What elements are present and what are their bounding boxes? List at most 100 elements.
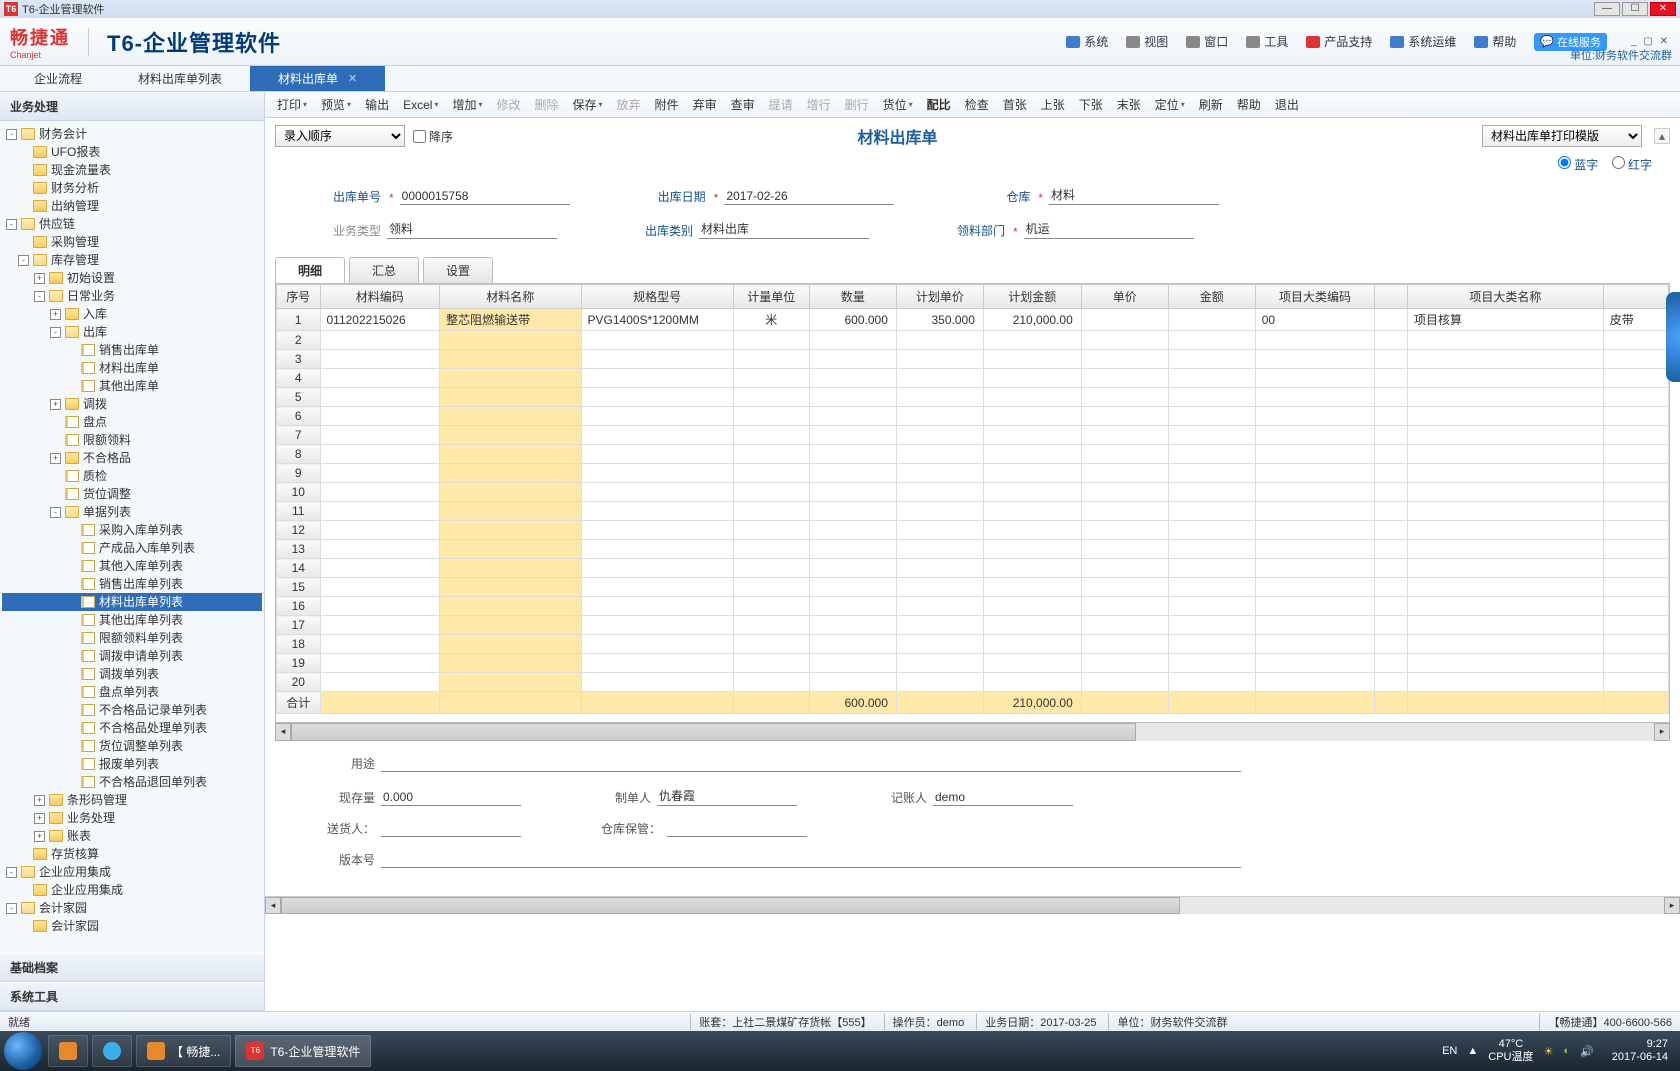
collapse-icon[interactable]: - — [6, 219, 17, 230]
field-warehouse[interactable]: 材料 — [1049, 185, 1219, 205]
tree-node[interactable]: 限额领料单列表 — [2, 629, 262, 647]
toolbar-刷新[interactable]: 刷新 — [1193, 94, 1229, 115]
tree-node[interactable]: -企业应用集成 — [2, 863, 262, 881]
tree-node[interactable]: -供应链 — [2, 215, 262, 233]
tree-node[interactable]: 质检 — [2, 467, 262, 485]
grid-scroll-thumb[interactable] — [291, 723, 1136, 741]
tree-node[interactable]: 会计家园 — [2, 917, 262, 935]
tree-node[interactable]: -出库 — [2, 323, 262, 341]
toolbar-末张[interactable]: 末张 — [1111, 94, 1147, 115]
expand-icon[interactable]: + — [50, 309, 61, 320]
grid-header[interactable]: 序号 — [277, 285, 321, 309]
expand-icon[interactable]: + — [50, 453, 61, 464]
collapse-icon[interactable]: - — [6, 129, 17, 140]
grid-row[interactable]: 10 — [277, 483, 1669, 502]
grid-header[interactable]: 材料编码 — [320, 285, 440, 309]
grid-header[interactable] — [1375, 285, 1408, 309]
tree-node[interactable]: 不合格品退回单列表 — [2, 773, 262, 791]
collapse-icon[interactable]: - — [50, 327, 61, 338]
field-out-no[interactable]: 0000015758 — [400, 188, 570, 205]
tab-material-out-doc[interactable]: 材料出库单✕ — [250, 66, 385, 91]
tray-unknown-icon[interactable]: ◐ — [1563, 1045, 1570, 1057]
tree-node[interactable]: +业务处理 — [2, 809, 262, 827]
radio-red[interactable]: 红字 — [1612, 158, 1652, 172]
start-button[interactable] — [4, 1032, 42, 1070]
menu-tool[interactable]: 工具 — [1246, 33, 1288, 50]
menu-system[interactable]: 系统 — [1066, 33, 1108, 50]
field-usage[interactable] — [381, 769, 1241, 772]
tree-node[interactable]: 采购管理 — [2, 233, 262, 251]
tab-material-out-list[interactable]: 材料出库单列表 — [110, 66, 250, 91]
taskbar-app-t6[interactable]: T6T6-企业管理软件 — [235, 1035, 371, 1067]
tree-node[interactable]: -财务会计 — [2, 125, 262, 143]
tree-node[interactable]: 现金流量表 — [2, 161, 262, 179]
grid-row[interactable]: 4 — [277, 369, 1669, 388]
grid-scroll-right[interactable]: ▸ — [1654, 723, 1670, 741]
grid-tab-settings[interactable]: 设置 — [423, 257, 493, 283]
grid-row[interactable]: 7 — [277, 426, 1669, 445]
tree-node[interactable]: 限额领料 — [2, 431, 262, 449]
tree-node[interactable]: 采购入库单列表 — [2, 521, 262, 539]
tree-node[interactable]: -单据列表 — [2, 503, 262, 521]
header-min-restore-close[interactable]: _ ▢ ✕ — [1631, 36, 1670, 47]
tree-node[interactable]: -库存管理 — [2, 251, 262, 269]
tree-node[interactable]: 其他出库单列表 — [2, 611, 262, 629]
grid-row[interactable]: 15 — [277, 578, 1669, 597]
menu-window[interactable]: 窗口 — [1186, 33, 1228, 50]
tree-node[interactable]: -日常业务 — [2, 287, 262, 305]
field-version[interactable] — [381, 865, 1241, 868]
grid-row[interactable]: 9 — [277, 464, 1669, 483]
radio-blue[interactable]: 蓝字 — [1558, 158, 1598, 172]
content-scroll-right[interactable]: ▸ — [1664, 897, 1680, 914]
tree-node[interactable]: 货位调整单列表 — [2, 737, 262, 755]
expand-icon[interactable]: + — [50, 399, 61, 410]
grid-row[interactable]: 13 — [277, 540, 1669, 559]
tree-node[interactable]: 调拨单列表 — [2, 665, 262, 683]
detail-grid[interactable]: 序号材料编码材料名称规格型号计量单位数量计划单价计划金额单价金额项目大类编码项目… — [275, 283, 1670, 723]
collapse-icon[interactable]: - — [18, 255, 29, 266]
tree-node[interactable]: 销售出库单 — [2, 341, 262, 359]
tree-node[interactable]: UFO报表 — [2, 143, 262, 161]
tree-node[interactable]: +调拨 — [2, 395, 262, 413]
tree-node[interactable]: 出纳管理 — [2, 197, 262, 215]
grid-header[interactable]: 项目大类编码 — [1255, 285, 1375, 309]
grid-row[interactable]: 11 — [277, 502, 1669, 521]
tree-node[interactable]: -会计家园 — [2, 899, 262, 917]
tree-node[interactable]: +账表 — [2, 827, 262, 845]
tab-enterprise-flow[interactable]: 企业流程 — [6, 66, 110, 91]
print-template-select[interactable]: 材料出库单打印模版 — [1482, 125, 1642, 147]
expand-icon[interactable]: + — [34, 795, 45, 806]
tree-node[interactable]: 不合格品处理单列表 — [2, 719, 262, 737]
field-sender[interactable] — [381, 834, 521, 837]
menu-help[interactable]: 帮助 — [1474, 33, 1516, 50]
toolbar-输出[interactable]: 输出 — [359, 94, 395, 115]
toolbar-定位[interactable]: 定位▾ — [1149, 94, 1191, 115]
taskbar-clock[interactable]: 9:272017-06-14 — [1604, 1038, 1676, 1064]
expand-icon[interactable]: + — [34, 813, 45, 824]
grid-header[interactable]: 规格型号 — [581, 285, 733, 309]
grid-row[interactable]: 14 — [277, 559, 1669, 578]
toolbar-打印[interactable]: 打印▾ — [271, 94, 313, 115]
grid-header[interactable]: 计划单价 — [896, 285, 983, 309]
grid-header[interactable]: 单价 — [1081, 285, 1168, 309]
grid-header[interactable]: 项目大类名称 — [1408, 285, 1604, 309]
grid-row[interactable]: 20 — [277, 673, 1669, 692]
collapse-icon[interactable]: - — [6, 867, 17, 878]
tree-node[interactable]: +条形码管理 — [2, 791, 262, 809]
toolbar-预览[interactable]: 预览▾ — [315, 94, 357, 115]
grid-header[interactable]: 计划金额 — [983, 285, 1081, 309]
toolbar-增加[interactable]: 增加▾ — [446, 94, 488, 115]
sidebar-section-business[interactable]: 业务处理 — [0, 92, 264, 121]
grid-row[interactable]: 3 — [277, 350, 1669, 369]
tree-node[interactable]: +不合格品 — [2, 449, 262, 467]
field-dept[interactable]: 机运 — [1024, 219, 1194, 239]
grid-row[interactable]: 5 — [277, 388, 1669, 407]
tree-node[interactable]: 财务分析 — [2, 179, 262, 197]
sidebar-section-tool[interactable]: 系统工具 — [0, 982, 264, 1011]
grid-row[interactable]: 6 — [277, 407, 1669, 426]
grid-header[interactable]: 数量 — [809, 285, 896, 309]
grid-row[interactable]: 8 — [277, 445, 1669, 464]
taskbar-app-1[interactable] — [48, 1035, 88, 1067]
toolbar-下张[interactable]: 下张 — [1073, 94, 1109, 115]
toolbar-帮助[interactable]: 帮助 — [1231, 94, 1267, 115]
